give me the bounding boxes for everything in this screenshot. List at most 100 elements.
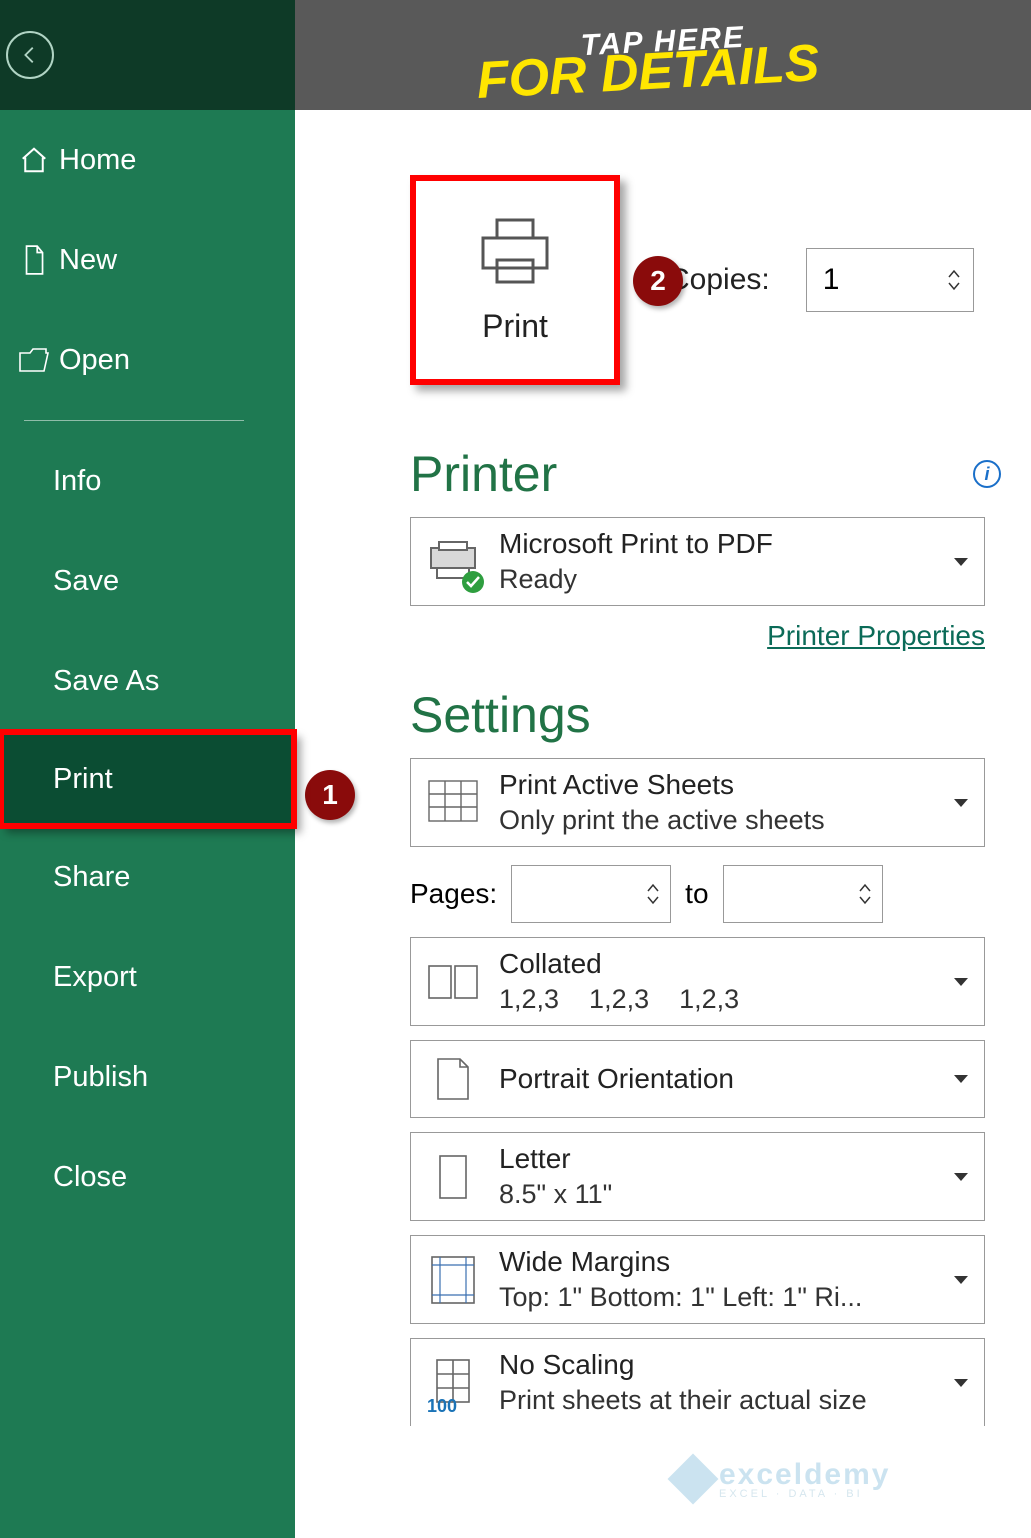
section-printer: Printer i xyxy=(410,445,1001,503)
setting-title: Letter xyxy=(499,1143,934,1175)
nav-new[interactable]: New xyxy=(0,210,295,310)
info-icon[interactable]: i xyxy=(973,460,1001,488)
pages-label: Pages: xyxy=(410,878,497,910)
setting-paper-size[interactable]: Letter 8.5" x 11" xyxy=(410,1132,985,1221)
printer-dropdown[interactable]: Microsoft Print to PDF Ready xyxy=(410,517,985,606)
nav-close[interactable]: Close xyxy=(0,1127,295,1227)
nav-print[interactable]: Print xyxy=(0,731,295,827)
nav-label: Home xyxy=(59,144,136,177)
nav-share[interactable]: Share xyxy=(0,827,295,927)
collated-icon xyxy=(425,954,481,1010)
backstage-sidebar: Home New Open Info Save Save As Print Sh… xyxy=(0,0,295,1538)
copies-spinner[interactable] xyxy=(947,269,961,291)
print-row: Print Copies: 1 xyxy=(410,175,1001,385)
setting-scaling[interactable]: 100 No Scaling Print sheets at their act… xyxy=(410,1338,985,1426)
new-file-icon xyxy=(15,244,53,276)
scaling-icon: 100 xyxy=(425,1355,481,1411)
pages-from-input[interactable] xyxy=(511,865,671,923)
setting-collation[interactable]: Collated 1,2,3 1,2,3 1,2,3 xyxy=(410,937,985,1026)
nav-home[interactable]: Home xyxy=(0,110,295,210)
spinner-down-icon[interactable] xyxy=(646,895,660,905)
nav-save[interactable]: Save xyxy=(0,531,295,631)
chevron-down-icon xyxy=(952,797,970,809)
sidebar-nav: Home New Open Info Save Save As Print Sh… xyxy=(0,110,295,1227)
watermark-brand: exceldemy xyxy=(719,1458,890,1492)
nav-label: Publish xyxy=(53,1061,148,1094)
printer-name: Microsoft Print to PDF xyxy=(499,528,934,560)
spinner-down-icon[interactable] xyxy=(858,895,872,905)
content-area: Print Copies: 1 Printer i xyxy=(295,175,1031,1426)
portrait-icon xyxy=(425,1051,481,1107)
page-icon xyxy=(425,1149,481,1205)
nav-label: Save xyxy=(53,565,119,598)
chevron-down-icon xyxy=(952,1073,970,1085)
chevron-down-icon xyxy=(952,976,970,988)
nav-info[interactable]: Info xyxy=(0,431,295,531)
pages-to-input[interactable] xyxy=(723,865,883,923)
sheets-icon xyxy=(425,775,481,831)
titlebar: TAP HERE For Details xyxy=(295,0,1031,110)
copies-label: Copies: xyxy=(668,263,770,297)
spinner-up-icon[interactable] xyxy=(646,883,660,893)
chevron-down-icon xyxy=(952,1377,970,1389)
section-settings-label: Settings xyxy=(410,686,591,744)
chevron-down-icon xyxy=(952,1171,970,1183)
home-icon xyxy=(15,145,53,175)
printer-properties-link[interactable]: Printer Properties xyxy=(767,620,985,651)
overlay-details: For Details xyxy=(476,33,821,111)
margins-icon xyxy=(425,1252,481,1308)
sidebar-top xyxy=(0,0,295,110)
spinner-up-icon[interactable] xyxy=(947,269,961,279)
setting-subtitle: Only print the active sheets xyxy=(499,805,934,836)
setting-margins[interactable]: Wide Margins Top: 1" Bottom: 1" Left: 1"… xyxy=(410,1235,985,1324)
printer-status: Ready xyxy=(499,564,934,595)
nav-label: Info xyxy=(53,465,101,498)
setting-subtitle: 1,2,3 1,2,3 1,2,3 xyxy=(499,984,934,1015)
section-settings: Settings xyxy=(410,686,1001,744)
setting-title: No Scaling xyxy=(499,1349,934,1381)
nav-label: Save As xyxy=(53,665,159,698)
chevron-down-icon xyxy=(952,556,970,568)
checkmark-icon xyxy=(461,570,485,594)
setting-subtitle: Print sheets at their actual size xyxy=(499,1385,934,1416)
setting-title: Print Active Sheets xyxy=(499,769,934,801)
setting-title: Portrait Orientation xyxy=(499,1063,934,1095)
nav-open[interactable]: Open xyxy=(0,310,295,410)
step-badge-2: 2 xyxy=(633,256,683,306)
nav-label: Export xyxy=(53,961,137,994)
back-button[interactable] xyxy=(6,31,54,79)
open-folder-icon xyxy=(15,347,53,373)
nav-saveas[interactable]: Save As xyxy=(0,631,295,731)
chevron-down-icon xyxy=(952,1274,970,1286)
pages-row: Pages: to xyxy=(410,865,1001,923)
nav-label: Share xyxy=(53,861,130,894)
nav-label: Print xyxy=(53,763,113,796)
back-arrow-icon xyxy=(19,44,41,66)
spinner-up-icon[interactable] xyxy=(858,883,872,893)
pages-to-label: to xyxy=(685,878,708,910)
step-badge-1: 1 xyxy=(305,770,355,820)
nav-label: Close xyxy=(53,1161,127,1194)
setting-subtitle: Top: 1" Bottom: 1" Left: 1" Ri... xyxy=(499,1282,934,1313)
main-panel: TAP HERE For Details Print Copies: 1 xyxy=(295,0,1031,1538)
watermark: exceldemy EXCEL · DATA · BI xyxy=(675,1458,890,1500)
setting-orientation[interactable]: Portrait Orientation xyxy=(410,1040,985,1118)
copies-input[interactable]: 1 xyxy=(806,248,974,312)
nav-label: Open xyxy=(59,344,130,377)
section-printer-label: Printer xyxy=(410,445,557,503)
print-button-label: Print xyxy=(482,308,548,345)
nav-label: New xyxy=(59,244,117,277)
nav-export[interactable]: Export xyxy=(0,927,295,1027)
setting-what-to-print[interactable]: Print Active Sheets Only print the activ… xyxy=(410,758,985,847)
spinner-down-icon[interactable] xyxy=(947,281,961,291)
copies-value: 1 xyxy=(823,263,840,297)
print-button[interactable]: Print xyxy=(410,175,620,385)
watermark-cube-icon xyxy=(668,1454,719,1505)
printer-icon xyxy=(475,216,555,286)
nav-publish[interactable]: Publish xyxy=(0,1027,295,1127)
nav-divider xyxy=(24,420,244,421)
setting-subtitle: 8.5" x 11" xyxy=(499,1179,934,1210)
printer-device-icon xyxy=(425,534,481,590)
setting-title: Wide Margins xyxy=(499,1246,934,1278)
setting-title: Collated xyxy=(499,948,934,980)
